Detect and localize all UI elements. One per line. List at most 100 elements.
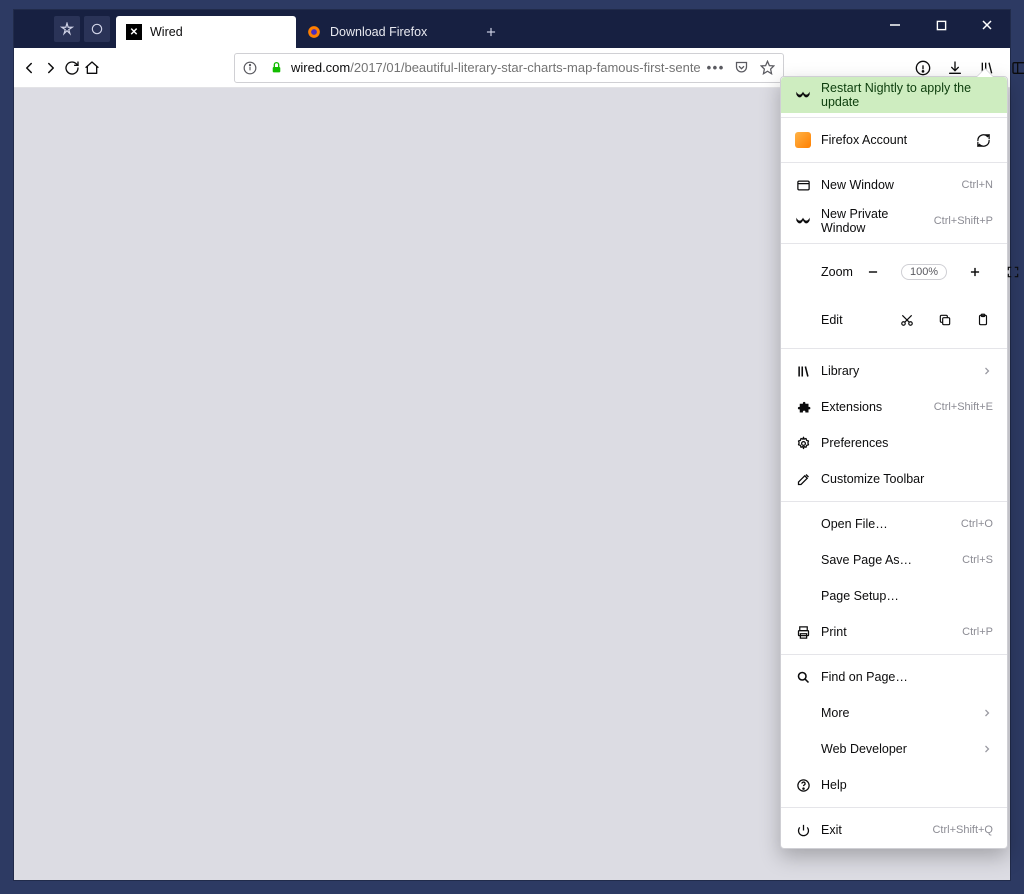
- menu-web-developer[interactable]: Web Developer: [781, 731, 1007, 767]
- zoom-label: Zoom: [821, 265, 853, 279]
- menu-preferences[interactable]: Preferences: [781, 425, 1007, 461]
- menu-label: Customize Toolbar: [821, 472, 993, 486]
- tab-title: Download Firefox: [330, 25, 427, 39]
- shortcut: Ctrl+Shift+Q: [932, 824, 993, 836]
- tab-active[interactable]: ✕ Wired: [116, 16, 296, 48]
- minimize-button[interactable]: [872, 10, 918, 40]
- tab-strip: ✕ Wired Download Firefox: [14, 10, 506, 48]
- menu-label: Library: [821, 364, 971, 378]
- power-icon: [795, 822, 811, 838]
- puzzle-icon: [795, 399, 811, 415]
- menu-label: Restart Nightly to apply the update: [821, 81, 993, 109]
- tab-title: Wired: [150, 25, 183, 39]
- fox-avatar-icon: [795, 132, 811, 148]
- gear-icon: [795, 435, 811, 451]
- menu-label: Web Developer: [821, 742, 971, 756]
- menu-print[interactable]: Print Ctrl+P: [781, 614, 1007, 650]
- menu-firefox-account[interactable]: Firefox Account: [781, 122, 1007, 158]
- url-text[interactable]: wired.com/2017/01/beautiful-literary-sta…: [291, 60, 701, 75]
- separator: [781, 162, 1007, 163]
- close-button[interactable]: [964, 10, 1010, 40]
- page-actions-icon[interactable]: •••: [705, 57, 727, 79]
- menu-label: Firefox Account: [821, 133, 963, 147]
- maximize-button[interactable]: [918, 10, 964, 40]
- sync-icon[interactable]: [973, 130, 993, 150]
- pinned-tab-2[interactable]: [84, 16, 110, 42]
- menu-new-window[interactable]: New Window Ctrl+N: [781, 167, 1007, 203]
- menu-find-on-page[interactable]: Find on Page…: [781, 659, 1007, 695]
- pinned-tabs: [54, 10, 116, 48]
- cut-button[interactable]: [897, 310, 917, 330]
- window-icon: [795, 177, 811, 193]
- app-menu-panel: Restart Nightly to apply the update Fire…: [780, 76, 1008, 849]
- chevron-right-icon: [981, 707, 993, 719]
- menu-customize-toolbar[interactable]: Customize Toolbar: [781, 461, 1007, 497]
- back-button[interactable]: [20, 53, 38, 83]
- library-icon: [795, 363, 811, 379]
- menu-label: Preferences: [821, 436, 993, 450]
- menu-more[interactable]: More: [781, 695, 1007, 731]
- wired-favicon-icon: ✕: [126, 24, 142, 40]
- zoom-out-button[interactable]: [863, 262, 883, 282]
- paste-button[interactable]: [973, 310, 993, 330]
- shortcut: Ctrl+S: [962, 554, 993, 566]
- menu-label: Help: [821, 778, 993, 792]
- menu-label: Save Page As…: [821, 553, 952, 567]
- menu-page-setup[interactable]: Page Setup…: [781, 578, 1007, 614]
- url-domain: wired.com: [291, 60, 350, 75]
- shortcut: Ctrl+N: [962, 179, 993, 191]
- zoom-in-button[interactable]: [965, 262, 985, 282]
- shortcut: Ctrl+P: [962, 626, 993, 638]
- new-tab-button[interactable]: [476, 16, 506, 48]
- menu-zoom: Zoom 100%: [781, 248, 1007, 296]
- pinned-tab-1[interactable]: [54, 16, 80, 42]
- lock-icon[interactable]: [265, 57, 287, 79]
- chevron-right-icon: [981, 743, 993, 755]
- firefox-favicon-icon: [306, 24, 322, 40]
- paintbrush-icon: [795, 471, 811, 487]
- menu-restart-update[interactable]: Restart Nightly to apply the update: [781, 77, 1007, 113]
- shortcut: Ctrl+O: [961, 518, 993, 530]
- separator: [781, 654, 1007, 655]
- url-path: /2017/01/beautiful-literary-star-charts-…: [350, 60, 700, 75]
- menu-library[interactable]: Library: [781, 353, 1007, 389]
- menu-edit: Edit: [781, 296, 1007, 344]
- menu-new-private-window[interactable]: New Private Window Ctrl+Shift+P: [781, 203, 1007, 239]
- info-icon[interactable]: [239, 57, 261, 79]
- menu-label: New Private Window: [821, 207, 924, 235]
- titlebar: ✕ Wired Download Firefox: [14, 10, 1010, 48]
- shortcut: Ctrl+Shift+E: [934, 401, 993, 413]
- separator: [781, 243, 1007, 244]
- bookmark-star-icon[interactable]: [757, 57, 779, 79]
- zoom-level[interactable]: 100%: [901, 264, 947, 280]
- separator: [781, 501, 1007, 502]
- separator: [781, 348, 1007, 349]
- menu-help[interactable]: Help: [781, 767, 1007, 803]
- separator: [781, 117, 1007, 118]
- pocket-icon[interactable]: [731, 57, 753, 79]
- url-bar[interactable]: wired.com/2017/01/beautiful-literary-sta…: [234, 53, 784, 83]
- shortcut: Ctrl+Shift+P: [934, 215, 993, 227]
- menu-label: Page Setup…: [821, 589, 993, 603]
- search-icon: [795, 669, 811, 685]
- menu-label: Print: [821, 625, 952, 639]
- tab-inactive[interactable]: Download Firefox: [296, 16, 476, 48]
- reload-button[interactable]: [64, 53, 80, 83]
- forward-button[interactable]: [42, 53, 60, 83]
- help-icon: [795, 777, 811, 793]
- window-controls: [872, 10, 1010, 42]
- menu-label: New Window: [821, 178, 952, 192]
- menu-label: More: [821, 706, 971, 720]
- menu-label: Exit: [821, 823, 922, 837]
- home-button[interactable]: [84, 53, 100, 83]
- menu-label: Find on Page…: [821, 670, 993, 684]
- copy-button[interactable]: [935, 310, 955, 330]
- menu-save-page-as[interactable]: Save Page As… Ctrl+S: [781, 542, 1007, 578]
- mask-icon: [795, 213, 811, 229]
- menu-label: Extensions: [821, 400, 924, 414]
- menu-open-file[interactable]: Open File… Ctrl+O: [781, 506, 1007, 542]
- menu-exit[interactable]: Exit Ctrl+Shift+Q: [781, 812, 1007, 848]
- print-icon: [795, 624, 811, 640]
- fullscreen-button[interactable]: [1003, 262, 1023, 282]
- menu-extensions[interactable]: Extensions Ctrl+Shift+E: [781, 389, 1007, 425]
